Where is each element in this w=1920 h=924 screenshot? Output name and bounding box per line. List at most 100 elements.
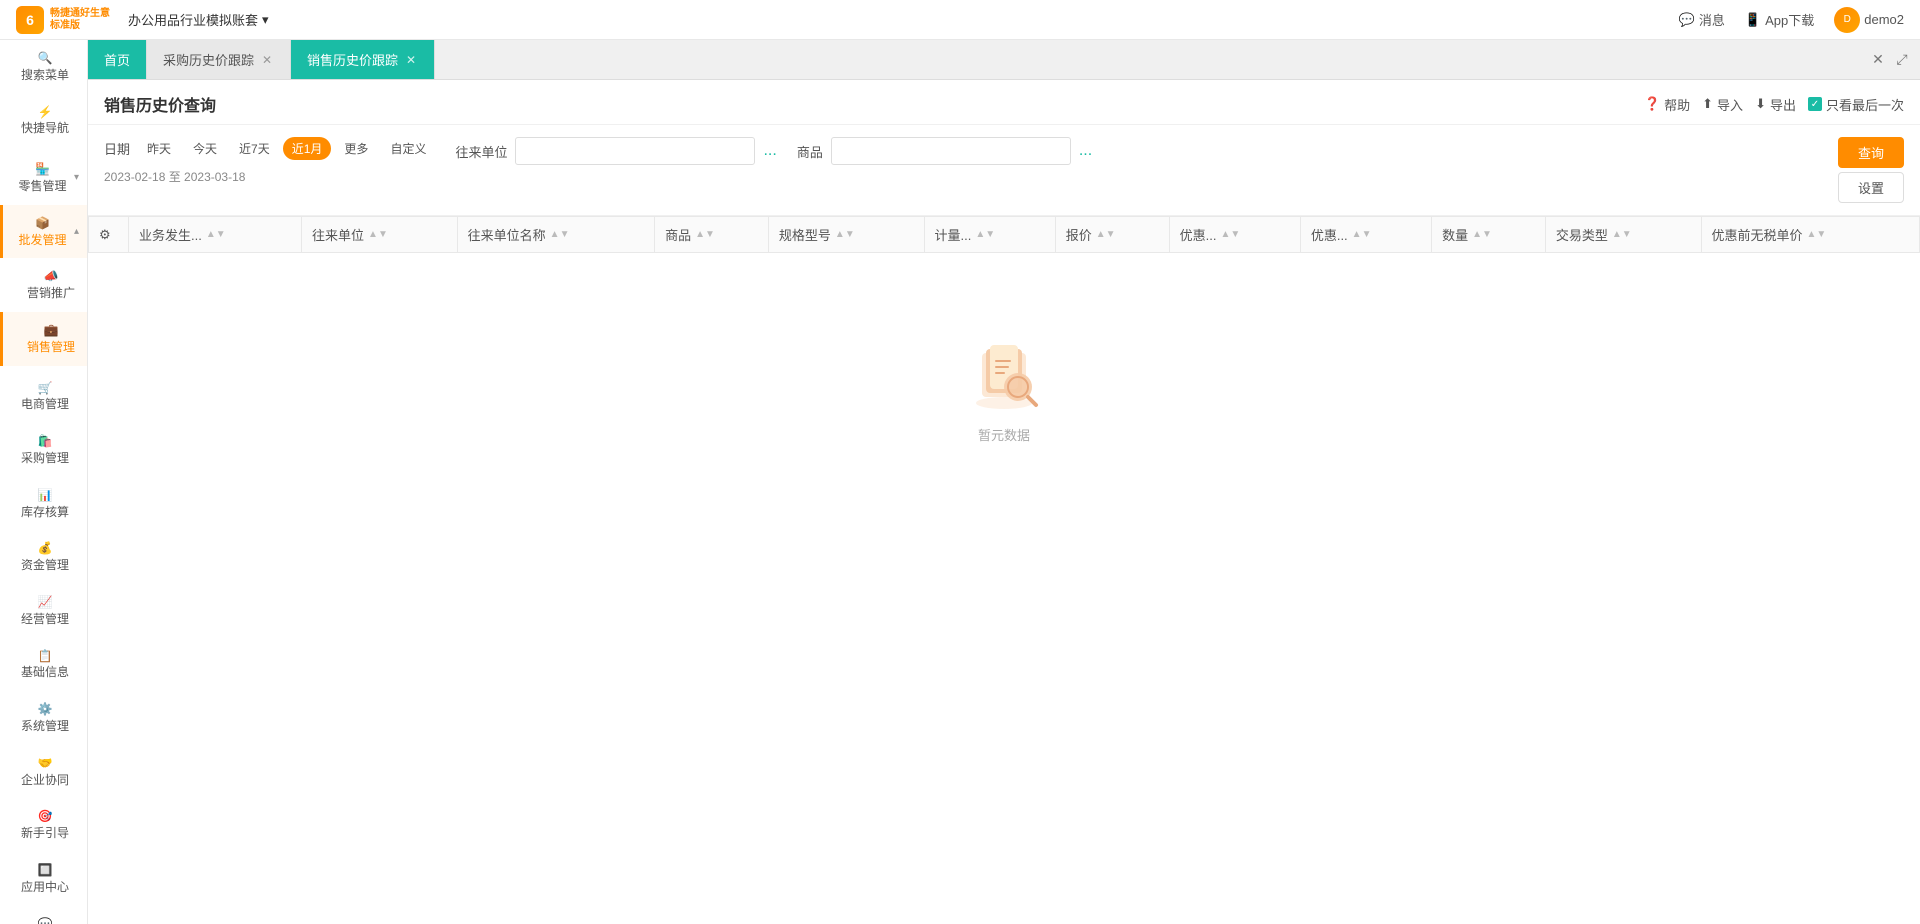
partner-sort-icon[interactable]: ▲▼ — [368, 231, 388, 239]
date-btn-yesterday[interactable]: 昨天 — [138, 137, 180, 160]
trade-type-sort-icon[interactable]: ▲▼ — [1612, 231, 1632, 239]
partner-name-sort-icon[interactable]: ▲▼ — [550, 231, 570, 239]
tab-sales-close[interactable]: ✕ — [404, 53, 418, 67]
sidebar-item-purchase[interactable]: 🛍️ 采购管理 — [0, 423, 87, 477]
date-options: 昨天 今天 近7天 近1月 更多 自定义 — [138, 137, 435, 160]
product-dots[interactable]: ... — [1079, 143, 1092, 159]
system-icon: ⚙️ — [38, 701, 53, 718]
partner-filter: 往来单位 ... — [455, 137, 776, 165]
sidebar-item-finance[interactable]: 💰 资金管理 — [0, 530, 87, 584]
import-icon: ⬆ — [1702, 96, 1713, 112]
quantity-sort-icon[interactable]: ▲▼ — [1472, 231, 1492, 239]
top-header: 6 畅捷通好生意标准版 办公用品行业模拟账套 ▾ 💬 消息 📱 App下载 D … — [0, 0, 1920, 40]
sidebar-label-marketing: 营销推广 — [27, 285, 75, 302]
sidebar-item-retail[interactable]: 🏪 零售管理 ▾ — [0, 151, 87, 205]
partner-input-group: ... — [515, 137, 776, 165]
product-sort-icon[interactable]: ▲▼ — [695, 231, 715, 239]
sidebar-label-quicknav: 快捷导航 — [21, 120, 69, 137]
sidebar-label-basicinfo: 基础信息 — [21, 664, 69, 681]
sidebar-item-guide[interactable]: 🎯 新手引导 — [0, 798, 87, 852]
user-name: demo2 — [1864, 12, 1904, 27]
date-btn-more[interactable]: 更多 — [335, 137, 377, 160]
th-partner: 往来单位 ▲▼ — [302, 217, 458, 253]
import-btn[interactable]: ⬆ 导入 — [1702, 95, 1743, 114]
tab-sales-history[interactable]: 销售历史价跟踪 ✕ — [291, 40, 435, 79]
sidebar-label-guide: 新手引导 — [21, 825, 69, 842]
sidebar-item-marketing[interactable]: 📣 营销推广 — [0, 258, 87, 312]
filter-actions: 查询 设置 — [1838, 137, 1904, 203]
sidebar-item-operations[interactable]: 📈 经营管理 — [0, 584, 87, 638]
sidebar-item-search[interactable]: 🔍 搜索菜单 — [0, 40, 87, 94]
help-btn[interactable]: ❓ 帮助 — [1644, 95, 1690, 114]
tab-home[interactable]: 首页 — [88, 40, 147, 79]
sidebar-label-sales: 销售管理 — [27, 339, 75, 356]
user-action[interactable]: D demo2 — [1834, 7, 1904, 33]
sidebar-item-system[interactable]: ⚙️ 系统管理 — [0, 691, 87, 745]
export-btn[interactable]: ⬇ 导出 — [1755, 95, 1796, 114]
sidebar-item-apps[interactable]: 🔲 应用中心 — [0, 852, 87, 906]
tab-maximize-btn[interactable]: ⤢ — [1892, 50, 1912, 70]
partner-label: 往来单位 — [455, 142, 507, 161]
header-left: 6 畅捷通好生意标准版 办公用品行业模拟账套 ▾ — [16, 6, 277, 34]
product-input-group: ... — [831, 137, 1092, 165]
inventory-icon: 📊 — [38, 487, 53, 504]
sidebar-label-purchase: 采购管理 — [21, 450, 69, 467]
spec-sort-icon[interactable]: ▲▼ — [835, 231, 855, 239]
sidebar-item-inventory[interactable]: 📊 库存核算 — [0, 477, 87, 531]
sidebar-item-quicknav[interactable]: ⚡ 快捷导航 — [0, 94, 87, 148]
th-discount1: 优惠... ▲▼ — [1169, 217, 1300, 253]
date-btn-1month[interactable]: 近1月 — [283, 137, 332, 160]
sales-icon: 💼 — [44, 322, 59, 339]
discount1-sort-icon[interactable]: ▲▼ — [1220, 231, 1240, 239]
th-spec: 规格型号 ▲▼ — [768, 217, 924, 253]
only-last-checkbox[interactable]: ✓ — [1808, 97, 1822, 111]
collab-icon: 🤝 — [38, 755, 53, 772]
sidebar-item-wxwork[interactable]: 💬 企业微信 — [0, 906, 87, 924]
tab-purchase-label: 采购历史价跟踪 — [163, 50, 254, 69]
sidebar-label-finance: 资金管理 — [21, 557, 69, 574]
th-pretax-price-label: 优惠前无税单价 — [1712, 225, 1803, 244]
date-btn-custom[interactable]: 自定义 — [381, 137, 435, 160]
export-icon: ⬇ — [1755, 96, 1766, 112]
message-icon: 💬 — [1679, 12, 1695, 28]
logo-icon: 6 — [16, 6, 44, 34]
tab-close-btn[interactable]: ✕ — [1868, 50, 1888, 70]
th-spec-label: 规格型号 — [779, 225, 831, 244]
empty-state: 暂元数据 — [88, 253, 1920, 524]
tab-purchase-history[interactable]: 采购历史价跟踪 ✕ — [147, 40, 291, 79]
sidebar-item-wholesale[interactable]: 📦 批发管理 ▴ — [0, 205, 87, 259]
ecommerce-icon: 🛒 — [38, 380, 53, 397]
date-btn-7days[interactable]: 近7天 — [230, 137, 279, 160]
date-sort-icon[interactable]: ▲▼ — [206, 231, 226, 239]
th-settings[interactable]: ⚙ — [89, 217, 129, 253]
pretax-price-sort-icon[interactable]: ▲▼ — [1807, 231, 1827, 239]
unit-sort-icon[interactable]: ▲▼ — [975, 231, 995, 239]
partner-input[interactable] — [515, 137, 755, 165]
settings-btn[interactable]: 设置 — [1838, 172, 1904, 203]
app-download-action[interactable]: 📱 App下载 — [1745, 10, 1814, 29]
product-input[interactable] — [831, 137, 1071, 165]
tab-purchase-close[interactable]: ✕ — [260, 53, 274, 67]
sidebar-item-collab[interactable]: 🤝 企业协同 — [0, 745, 87, 799]
app-selector[interactable]: 办公用品行业模拟账套 ▾ — [120, 6, 277, 33]
sidebar-item-ecommerce[interactable]: 🛒 电商管理 — [0, 370, 87, 424]
date-btn-today[interactable]: 今天 — [184, 137, 226, 160]
th-discount2-label: 优惠... — [1311, 225, 1348, 244]
download-icon: 📱 — [1745, 12, 1761, 28]
sidebar-item-basicinfo[interactable]: 📋 基础信息 — [0, 638, 87, 692]
header-right: 💬 消息 📱 App下载 D demo2 — [1679, 7, 1904, 33]
sidebar-label-collab: 企业协同 — [21, 772, 69, 789]
product-filter: 商品 ... — [797, 137, 1092, 165]
partner-dots[interactable]: ... — [763, 143, 776, 159]
sidebar-item-sales[interactable]: 💼 销售管理 — [0, 312, 87, 366]
message-action[interactable]: 💬 消息 — [1679, 10, 1725, 29]
date-range-display: 2023-02-18 至 2023-03-18 — [104, 168, 435, 185]
only-last-label[interactable]: ✓ 只看最后一次 — [1808, 95, 1904, 114]
discount2-sort-icon[interactable]: ▲▼ — [1352, 231, 1372, 239]
th-product: 商品 ▲▼ — [655, 217, 769, 253]
app-download-label: App下载 — [1765, 10, 1814, 29]
th-price-label: 报价 — [1066, 225, 1092, 244]
sidebar-label-apps: 应用中心 — [21, 879, 69, 896]
price-sort-icon[interactable]: ▲▼ — [1096, 231, 1116, 239]
query-btn[interactable]: 查询 — [1838, 137, 1904, 168]
